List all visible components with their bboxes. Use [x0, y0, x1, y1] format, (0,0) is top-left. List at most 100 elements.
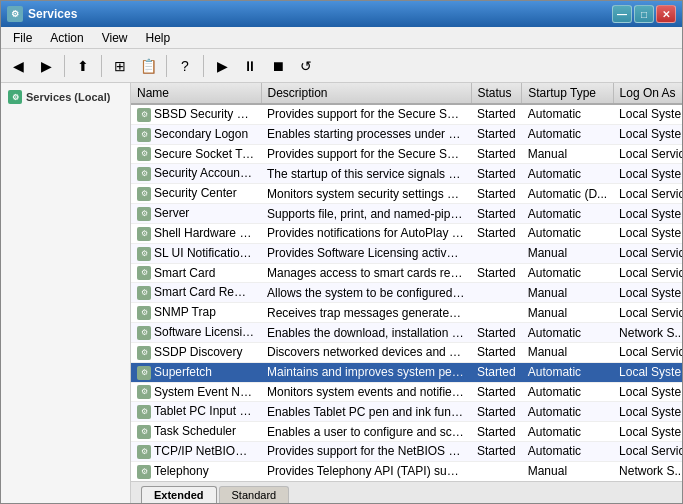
service-icon: ⚙ [137, 385, 151, 399]
toolbar-sep-2 [101, 55, 102, 77]
restart-button[interactable]: ↺ [293, 53, 319, 79]
cell-name: ⚙Security Center [131, 184, 261, 204]
table-row[interactable]: ⚙TelephonyProvides Telephony API (TAPI) … [131, 461, 682, 481]
cell-name: ⚙Server [131, 204, 261, 224]
cell-status: Started [471, 323, 522, 343]
table-row[interactable]: ⚙Secondary LogonEnables starting process… [131, 124, 682, 144]
toolbar-sep-3 [166, 55, 167, 77]
cell-name: ⚙SSDP Discovery [131, 342, 261, 362]
col-header-logon[interactable]: Log On As [613, 83, 682, 104]
cell-desc: Provides notifications for AutoPlay ha..… [261, 223, 471, 243]
cell-status: Started [471, 442, 522, 462]
export-button[interactable]: 📋 [135, 53, 161, 79]
service-icon: ⚙ [137, 187, 151, 201]
cell-status: Started [471, 223, 522, 243]
tab-extended[interactable]: Extended [141, 486, 217, 503]
col-header-name[interactable]: Name [131, 83, 261, 104]
menu-view[interactable]: View [94, 29, 136, 47]
cell-status: Started [471, 382, 522, 402]
cell-startup: Automatic [522, 382, 613, 402]
service-icon: ⚙ [137, 346, 151, 360]
col-header-startup[interactable]: Startup Type [522, 83, 613, 104]
cell-desc: Maintains and improves system perfo... [261, 362, 471, 382]
close-button[interactable]: ✕ [656, 5, 676, 23]
table-row[interactable]: ⚙Smart Card Remo...Allows the system to … [131, 283, 682, 303]
menu-file[interactable]: File [5, 29, 40, 47]
cell-startup: Automatic [522, 164, 613, 184]
cell-logon: Local Service [613, 303, 682, 323]
play-button[interactable]: ▶ [209, 53, 235, 79]
service-icon: ⚙ [137, 465, 151, 479]
show-hide-button[interactable]: ⊞ [107, 53, 133, 79]
cell-desc: Provides Software Licensing activatio... [261, 243, 471, 263]
cell-status: Started [471, 144, 522, 164]
table-row[interactable]: ⚙ServerSupports file, print, and named-p… [131, 204, 682, 224]
help-button[interactable]: ? [172, 53, 198, 79]
back-button[interactable]: ◀ [5, 53, 31, 79]
maximize-button[interactable]: □ [634, 5, 654, 23]
menu-help[interactable]: Help [138, 29, 179, 47]
cell-startup: Automatic [522, 402, 613, 422]
stop-button[interactable]: ⏹ [265, 53, 291, 79]
cell-name: ⚙Smart Card Remo... [131, 283, 261, 303]
cell-status: Started [471, 402, 522, 422]
service-icon: ⚙ [137, 425, 151, 439]
col-header-status[interactable]: Status [471, 83, 522, 104]
cell-status [471, 283, 522, 303]
cell-logon: Local Service [613, 243, 682, 263]
up-button[interactable]: ⬆ [70, 53, 96, 79]
table-row[interactable]: ⚙Software LicensingEnables the download,… [131, 323, 682, 343]
cell-name: ⚙System Event Notif... [131, 382, 261, 402]
cell-desc: Provides support for the NetBIOS ove... [261, 442, 471, 462]
title-bar: ⚙ Services — □ ✕ [1, 1, 682, 27]
table-row[interactable]: ⚙Task SchedulerEnables a user to configu… [131, 422, 682, 442]
service-icon: ⚙ [137, 286, 151, 300]
service-icon: ⚙ [137, 128, 151, 142]
cell-startup: Automatic [522, 422, 613, 442]
cell-startup: Manual [522, 461, 613, 481]
cell-logon: Local Service [613, 144, 682, 164]
toolbar-sep-4 [203, 55, 204, 77]
cell-status: Started [471, 342, 522, 362]
table-row[interactable]: ⚙SSDP DiscoveryDiscovers networked devic… [131, 342, 682, 362]
col-header-desc[interactable]: Description [261, 83, 471, 104]
cell-name: ⚙Superfetch [131, 362, 261, 382]
table-row[interactable]: ⚙Shell Hardware De...Provides notificati… [131, 223, 682, 243]
cell-desc: Provides Telephony API (TAPI) suppor... [261, 461, 471, 481]
table-row[interactable]: ⚙SBSD Security Cen...Provides support fo… [131, 104, 682, 124]
service-icon: ⚙ [137, 405, 151, 419]
service-icon: ⚙ [137, 108, 151, 122]
cell-logon: Local Service [613, 342, 682, 362]
title-bar-left: ⚙ Services [7, 6, 77, 22]
cell-startup: Manual [522, 144, 613, 164]
table-row[interactable]: ⚙SNMP TrapReceives trap messages generat… [131, 303, 682, 323]
cell-logon: Local Syste... [613, 204, 682, 224]
cell-desc: Provides support for the Secure Socke... [261, 104, 471, 124]
cell-startup: Automatic [522, 362, 613, 382]
table-row[interactable]: ⚙System Event Notif...Monitors system ev… [131, 382, 682, 402]
cell-name: ⚙Secure Socket Tun... [131, 144, 261, 164]
table-container[interactable]: Name Description Status Startup Type Log… [131, 83, 682, 481]
sidebar: ⚙ Services (Local) [1, 83, 131, 503]
table-row[interactable]: ⚙TCP/IP NetBIOS H...Provides support for… [131, 442, 682, 462]
forward-button[interactable]: ▶ [33, 53, 59, 79]
minimize-button[interactable]: — [612, 5, 632, 23]
table-row[interactable]: ⚙Security CenterMonitors system security… [131, 184, 682, 204]
table-header-row: Name Description Status Startup Type Log… [131, 83, 682, 104]
table-body: ⚙SBSD Security Cen...Provides support fo… [131, 104, 682, 481]
cell-startup: Automatic [522, 104, 613, 124]
cell-name: ⚙Shell Hardware De... [131, 223, 261, 243]
table-row[interactable]: ⚙SL UI Notification ...Provides Software… [131, 243, 682, 263]
pause-button[interactable]: ⏸ [237, 53, 263, 79]
menu-action[interactable]: Action [42, 29, 91, 47]
table-row[interactable]: ⚙Smart CardManages access to smart cards… [131, 263, 682, 283]
table-row[interactable]: ⚙Secure Socket Tun...Provides support fo… [131, 144, 682, 164]
cell-logon: Local Syste... [613, 362, 682, 382]
tab-standard[interactable]: Standard [219, 486, 290, 503]
table-row[interactable]: ⚙SuperfetchMaintains and improves system… [131, 362, 682, 382]
table-row[interactable]: ⚙Tablet PC Input Se...Enables Tablet PC … [131, 402, 682, 422]
cell-desc: Discovers networked devices and serv... [261, 342, 471, 362]
table-row[interactable]: ⚙Security Accounts...The startup of this… [131, 164, 682, 184]
cell-logon: Local Service [613, 442, 682, 462]
cell-desc: Enables starting processes under alter..… [261, 124, 471, 144]
